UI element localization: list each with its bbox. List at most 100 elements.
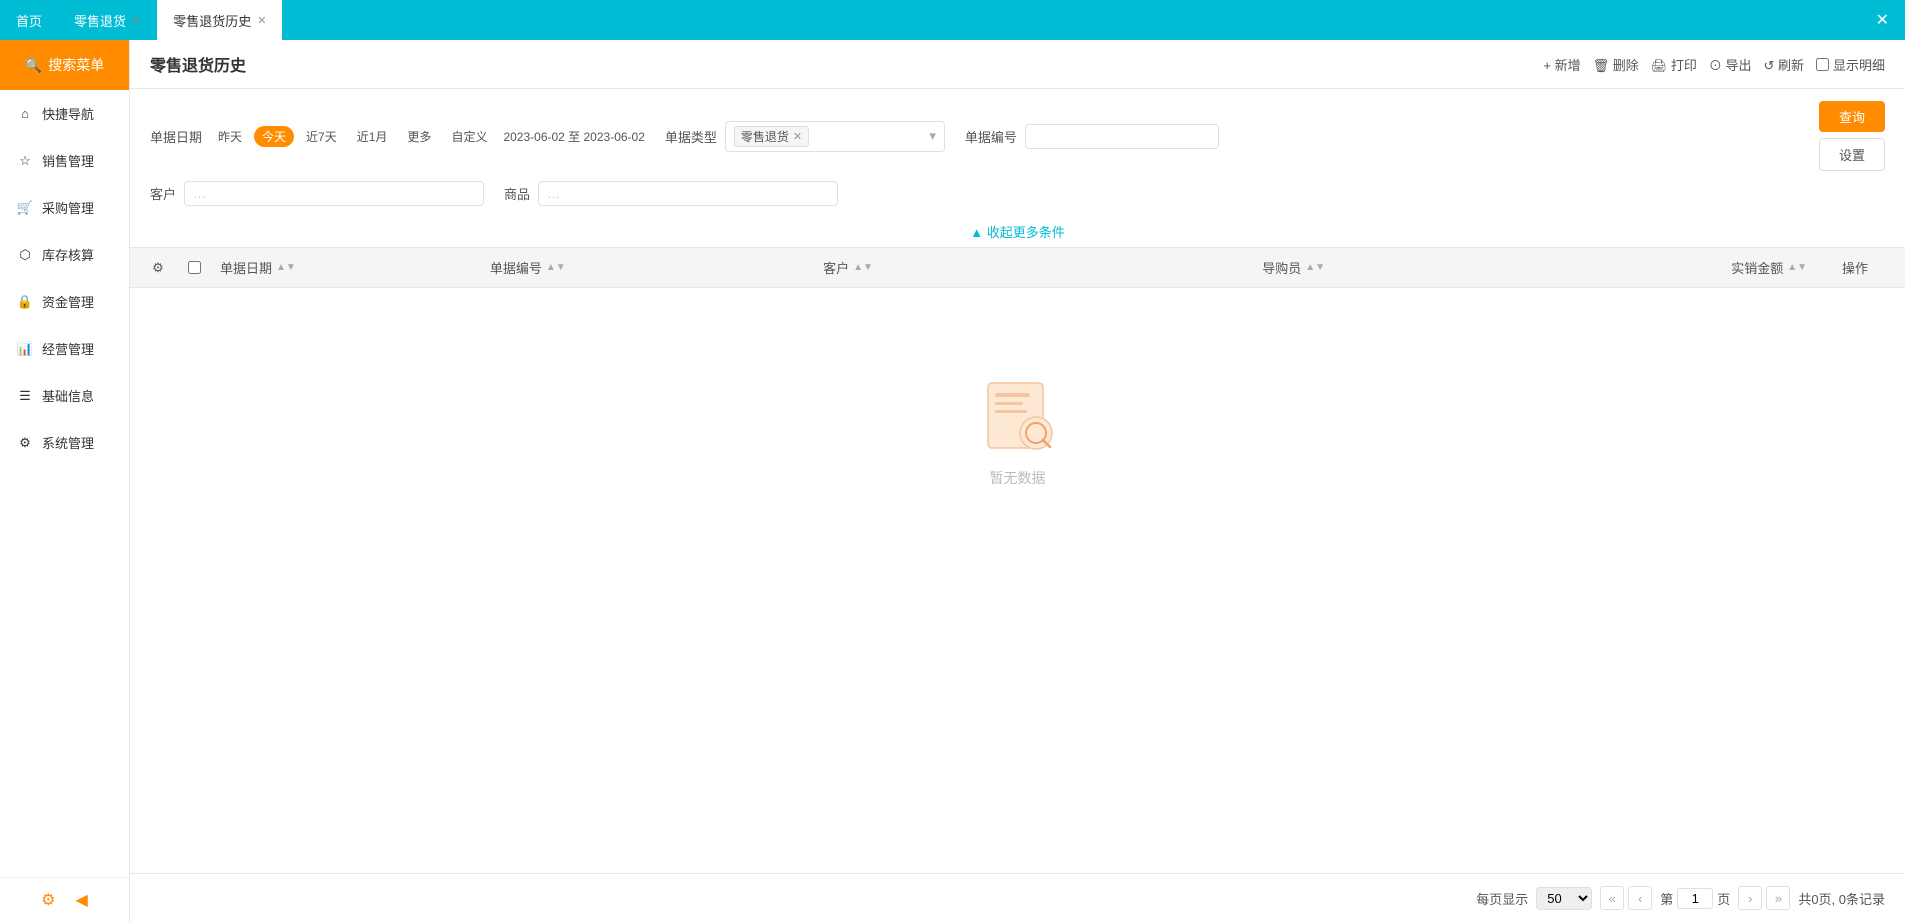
sidebar-item-inventory-label: 库存核算 [42, 245, 94, 264]
sidebar-item-sales-mgmt[interactable]: ☆ 销售管理 [0, 137, 129, 184]
sidebar-item-finance[interactable]: 🔒 资金管理 [0, 278, 129, 325]
basic-icon: ☰ [16, 387, 34, 405]
doc-type-tag-text: 零售退货 [741, 128, 789, 145]
tab-retail-return-history-close[interactable]: ✕ [257, 14, 266, 27]
prev-page-btn[interactable]: ‹ [1628, 886, 1652, 910]
table-header: ⚙ 单据日期 ▲▼ 单据编号 ▲▼ 客户 ▲▼ [130, 248, 1905, 288]
set-button[interactable]: 设置 [1819, 138, 1885, 171]
tab-retail-return[interactable]: 零售退货 ✕ [58, 0, 157, 40]
export-button[interactable]: ⊙ 导出 [1709, 55, 1752, 74]
tab-retail-return-history-label: 零售退货历史 [173, 11, 251, 30]
th-amount[interactable]: 实销金额 ▲▼ [1587, 258, 1815, 277]
tab-home[interactable]: 首页 [0, 0, 58, 40]
sidebar-item-basic-info-label: 基础信息 [42, 386, 94, 405]
th-date[interactable]: 单据日期 ▲▼ [212, 258, 482, 277]
page-size-label: 每页显示 [1476, 889, 1528, 908]
tab-retail-return-close[interactable]: ✕ [132, 14, 141, 27]
content-inner: ⚙ 单据日期 ▲▼ 单据编号 ▲▼ 客户 ▲▼ [130, 248, 1905, 922]
print-button[interactable]: 🖨 打印 [1651, 55, 1697, 74]
tab-retail-return-history[interactable]: 零售退货历史 ✕ [157, 0, 282, 40]
date-btn-1month[interactable]: 近1月 [349, 126, 396, 147]
purchase-icon: 🛒 [16, 199, 34, 217]
date-btn-7days[interactable]: 近7天 [298, 126, 345, 147]
add-button[interactable]: + 新增 [1543, 55, 1580, 74]
show-detail-option: 显示明细 [1816, 55, 1885, 74]
filter-row-1: 单据日期 昨天 今天 近7天 近1月 更多 自定义 2023-06-02 至 2… [150, 101, 1885, 171]
sidebar-item-system-mgmt-label: 系统管理 [42, 433, 94, 452]
sidebar-item-basic-info[interactable]: ☰ 基础信息 [0, 372, 129, 419]
date-btn-custom[interactable]: 自定义 [443, 126, 495, 147]
refresh-button[interactable]: ↺ 刷新 [1763, 55, 1804, 74]
th-guide[interactable]: 导购员 ▲▼ [1254, 258, 1587, 277]
sidebar-bottom: ⚙ ◀ [0, 877, 129, 922]
filter-goods: 商品 … [504, 181, 838, 206]
filter-date: 单据日期 昨天 今天 近7天 近1月 更多 自定义 2023-06-02 至 2… [150, 126, 645, 147]
goods-select[interactable]: … [538, 181, 838, 206]
tab-retail-return-label: 零售退货 [74, 11, 126, 30]
last-page-btn[interactable]: » [1766, 886, 1790, 910]
th-doc-no[interactable]: 单据编号 ▲▼ [482, 258, 815, 277]
th-doc-no-label: 单据编号 [490, 258, 542, 277]
top-bar: 首页 零售退货 ✕ 零售退货历史 ✕ ✕ [0, 0, 1905, 40]
th-action-label: 操作 [1842, 258, 1868, 277]
th-checkbox[interactable] [176, 261, 212, 274]
sidebar-collapse-btn[interactable]: ◀ [76, 890, 88, 910]
date-btn-yesterday[interactable]: 昨天 [210, 126, 250, 147]
doc-type-remove[interactable]: ✕ [793, 130, 802, 143]
next-page-btn[interactable]: › [1738, 886, 1762, 910]
delete-button[interactable]: 🗑 删除 [1593, 55, 1639, 74]
window-close-button[interactable]: ✕ [1860, 10, 1905, 30]
doc-type-label: 单据类型 [665, 127, 717, 146]
sidebar-item-sales-mgmt-label: 销售管理 [42, 151, 94, 170]
sidebar-item-quick-nav-label: 快捷导航 [42, 104, 94, 123]
filter-row-2: 客户 … 商品 … [150, 181, 1885, 206]
operations-icon: 📊 [16, 340, 34, 358]
th-customer[interactable]: 客户 ▲▼ [815, 258, 1254, 277]
sidebar: 🔍 搜索菜单 ⌂ 快捷导航 ☆ 销售管理 🛒 采购管理 ⬡ 库存核算 🔒 资金管… [0, 40, 130, 922]
sort-guide-icon: ▲▼ [1305, 263, 1325, 273]
collapse-button[interactable]: ▲ 收起更多条件 [150, 216, 1885, 247]
th-settings[interactable]: ⚙ [140, 260, 176, 276]
date-btn-more[interactable]: 更多 [399, 126, 439, 147]
show-detail-checkbox[interactable] [1816, 58, 1829, 71]
doc-type-tag: 零售退货 ✕ [734, 126, 809, 147]
sidebar-item-inventory[interactable]: ⬡ 库存核算 [0, 231, 129, 278]
content-area: 零售退货历史 + 新增 🗑 删除 🖨 打印 ⊙ 导出 ↺ 刷新 显示明细 单据日… [130, 40, 1905, 922]
page-nav-next: › » [1738, 886, 1790, 910]
sidebar-item-operations[interactable]: 📊 经营管理 [0, 325, 129, 372]
date-label: 单据日期 [150, 127, 202, 146]
inventory-icon: ⬡ [16, 246, 34, 264]
customer-label: 客户 [150, 184, 176, 203]
customer-select[interactable]: … [184, 181, 484, 206]
query-button[interactable]: 查询 [1819, 101, 1885, 132]
main-layout: 🔍 搜索菜单 ⌂ 快捷导航 ☆ 销售管理 🛒 采购管理 ⬡ 库存核算 🔒 资金管… [0, 40, 1905, 922]
filter-doc-type: 单据类型 零售退货 ✕ ▾ [665, 121, 945, 152]
sidebar-search[interactable]: 🔍 搜索菜单 [0, 40, 129, 90]
sidebar-item-system-mgmt[interactable]: ⚙ 系统管理 [0, 419, 129, 466]
settings-icon: ⚙ [152, 260, 164, 276]
header-actions: + 新增 🗑 删除 🖨 打印 ⊙ 导出 ↺ 刷新 显示明细 [1543, 55, 1885, 74]
sidebar-settings-btn[interactable]: ⚙ [41, 890, 55, 910]
first-page-btn[interactable]: « [1600, 886, 1624, 910]
doc-type-select[interactable]: 零售退货 ✕ ▾ [725, 121, 945, 152]
sidebar-item-purchase-mgmt[interactable]: 🛒 采购管理 [0, 184, 129, 231]
th-amount-label: 实销金额 [1731, 258, 1783, 277]
sidebar-item-quick-nav[interactable]: ⌂ 快捷导航 [0, 90, 129, 137]
th-guide-label: 导购员 [1262, 258, 1301, 277]
empty-text: 暂无数据 [990, 468, 1046, 488]
select-all-checkbox[interactable] [188, 261, 201, 274]
table-area: ⚙ 单据日期 ▲▼ 单据编号 ▲▼ 客户 ▲▼ [130, 248, 1905, 873]
home-icon: ⌂ [16, 105, 34, 123]
date-btn-today[interactable]: 今天 [254, 126, 294, 147]
sidebar-search-label: 搜索菜单 [48, 55, 104, 75]
filter-action-btns: 查询 设置 [1819, 101, 1885, 171]
page-unit: 页 [1717, 889, 1730, 908]
sort-date-icon: ▲▼ [276, 263, 296, 273]
system-icon: ⚙ [16, 434, 34, 452]
page-size-select[interactable]: 20 50 100 [1536, 887, 1592, 910]
filter-doc-no: 单据编号 [965, 124, 1219, 149]
doc-no-input[interactable] [1025, 124, 1219, 149]
page-input[interactable] [1677, 888, 1713, 909]
goods-ellipsis: … [547, 186, 560, 201]
pagination: 每页显示 20 50 100 « ‹ 第 页 › » [130, 873, 1905, 922]
